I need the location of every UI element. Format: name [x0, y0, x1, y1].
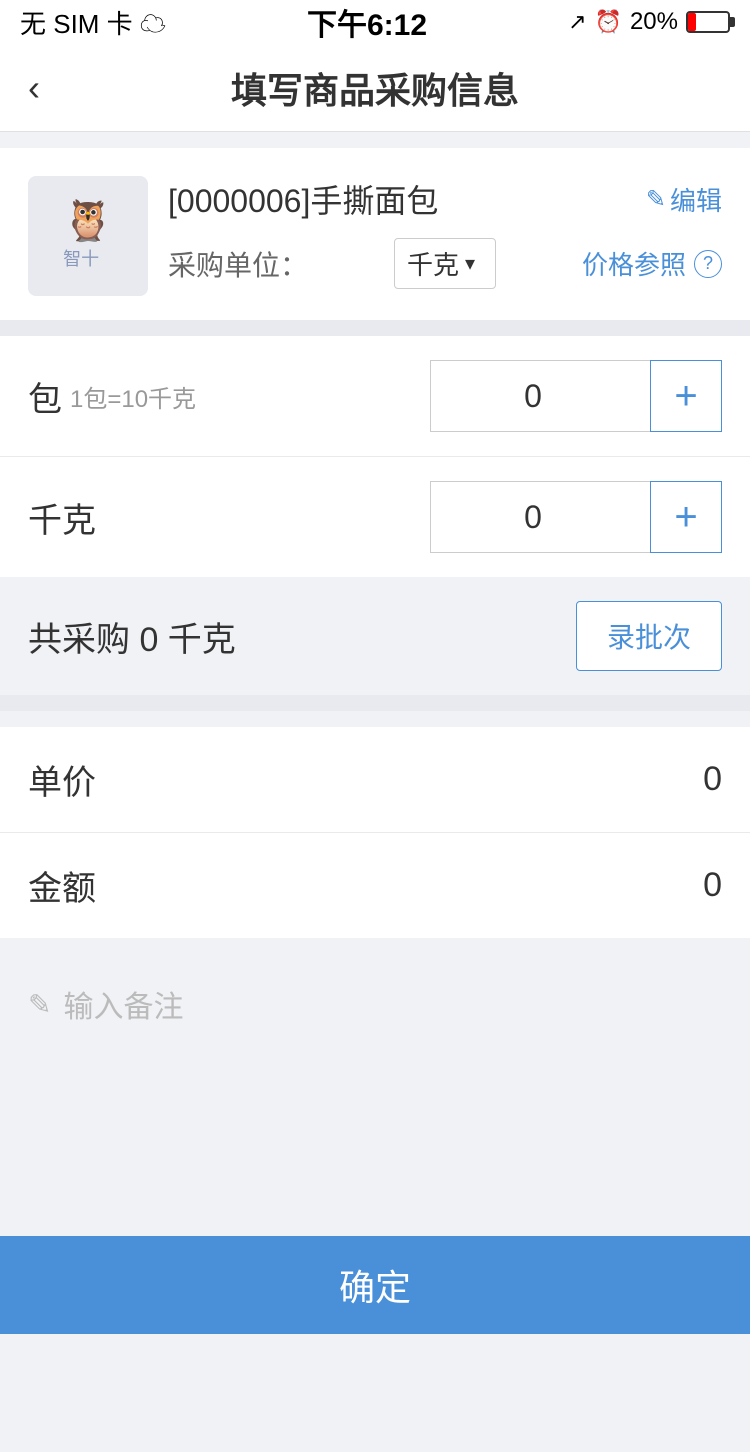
- divider-1: [0, 320, 750, 336]
- price-ref-button[interactable]: 价格参照 ?: [582, 245, 722, 282]
- divider-2: [0, 695, 750, 711]
- page-title: 填写商品采购信息: [231, 62, 519, 114]
- product-name: [0000006]手撕面包: [168, 176, 438, 222]
- battery-percent: 20%: [630, 8, 678, 36]
- dropdown-arrow: ▾: [465, 251, 475, 276]
- record-batch-button[interactable]: 录批次: [576, 601, 722, 671]
- status-bar: 无 SIM 卡 ☁ 下午6:12 ↗ ⏰ 20%: [0, 0, 750, 44]
- edit-icon: ✎: [646, 185, 666, 214]
- product-card: 🦉 智十 [0000006]手撕面包 ✎ 编辑 采购单位：: [0, 148, 750, 320]
- kg-plus-button[interactable]: +: [650, 481, 722, 553]
- unit-price-label: 单价: [28, 755, 96, 804]
- info-icon: ?: [694, 250, 722, 278]
- kg-input[interactable]: [430, 481, 650, 553]
- back-button[interactable]: ‹: [28, 67, 40, 109]
- product-unit-row: 采购单位： 千克 ▾ 价格参照 ?: [168, 238, 722, 289]
- status-right: ↗ ⏰ 20%: [568, 8, 730, 36]
- pencil-icon: ✎: [28, 988, 51, 1021]
- status-time: 下午6:12: [307, 0, 427, 44]
- page-wrapper: 无 SIM 卡 ☁ 下午6:12 ↗ ⏰ 20% ‹ 填写商品采购信息 🦉 智十: [0, 0, 750, 1452]
- summary-row: 共采购 0 千克 录批次: [0, 577, 750, 695]
- price-ref-label: 价格参照: [582, 245, 686, 282]
- unit-select[interactable]: 千克 ▾: [394, 238, 496, 289]
- kg-label: 千克: [28, 493, 96, 542]
- bao-plus-button[interactable]: +: [650, 360, 722, 432]
- amount-row: 金额 0: [0, 833, 750, 938]
- unit-label: 采购单位：: [168, 244, 308, 284]
- sim-status: 无 SIM 卡 ☁: [20, 4, 166, 41]
- amount-value: 0: [703, 866, 722, 905]
- owl-icon: 🦉: [63, 201, 113, 241]
- product-name-row: [0000006]手撕面包 ✎ 编辑: [168, 176, 722, 222]
- bao-input-wrapper: +: [430, 360, 722, 432]
- unit-price-value: 0: [703, 760, 722, 799]
- product-image: 🦉 智十: [28, 176, 148, 296]
- note-section[interactable]: ✎ 输入备注: [0, 954, 750, 1054]
- product-title: 手撕面包: [310, 183, 438, 219]
- summary-section: 共采购 0 千克 录批次: [0, 577, 750, 695]
- kg-input-wrapper: +: [430, 481, 722, 553]
- product-top: 🦉 智十 [0000006]手撕面包 ✎ 编辑 采购单位：: [28, 176, 722, 296]
- nav-bar: ‹ 填写商品采购信息: [0, 44, 750, 132]
- product-info: [0000006]手撕面包 ✎ 编辑 采购单位： 千克 ▾ 价格参照: [168, 176, 722, 289]
- bao-sublabel: 1包=10千克: [70, 379, 196, 414]
- unit-value: 千克: [407, 245, 459, 282]
- battery-fill: [688, 13, 696, 31]
- status-left: 无 SIM 卡 ☁: [20, 4, 166, 41]
- bao-input[interactable]: [430, 360, 650, 432]
- input-section: 包 1包=10千克 + 千克 +: [0, 336, 750, 577]
- unit-price-row: 单价 0: [0, 727, 750, 833]
- location-icon: ↗: [568, 9, 586, 35]
- product-logo: 🦉 智十: [63, 201, 113, 271]
- info-section: 单价 0 金额 0: [0, 727, 750, 938]
- bao-label: 包: [28, 372, 62, 421]
- product-code: [0000006]: [168, 183, 310, 219]
- amount-label: 金额: [28, 861, 96, 910]
- logo-text: 智十: [63, 245, 113, 271]
- confirm-button[interactable]: 确定: [0, 1236, 750, 1334]
- note-placeholder: 输入备注: [63, 982, 183, 1026]
- battery-icon: [686, 11, 730, 33]
- edit-button[interactable]: ✎ 编辑: [646, 181, 722, 218]
- edit-label: 编辑: [670, 181, 722, 218]
- bao-input-row: 包 1包=10千克 +: [0, 336, 750, 457]
- summary-label: 共采购 0 千克: [28, 612, 236, 661]
- alarm-icon: ⏰: [595, 9, 622, 35]
- kg-input-row: 千克 +: [0, 457, 750, 577]
